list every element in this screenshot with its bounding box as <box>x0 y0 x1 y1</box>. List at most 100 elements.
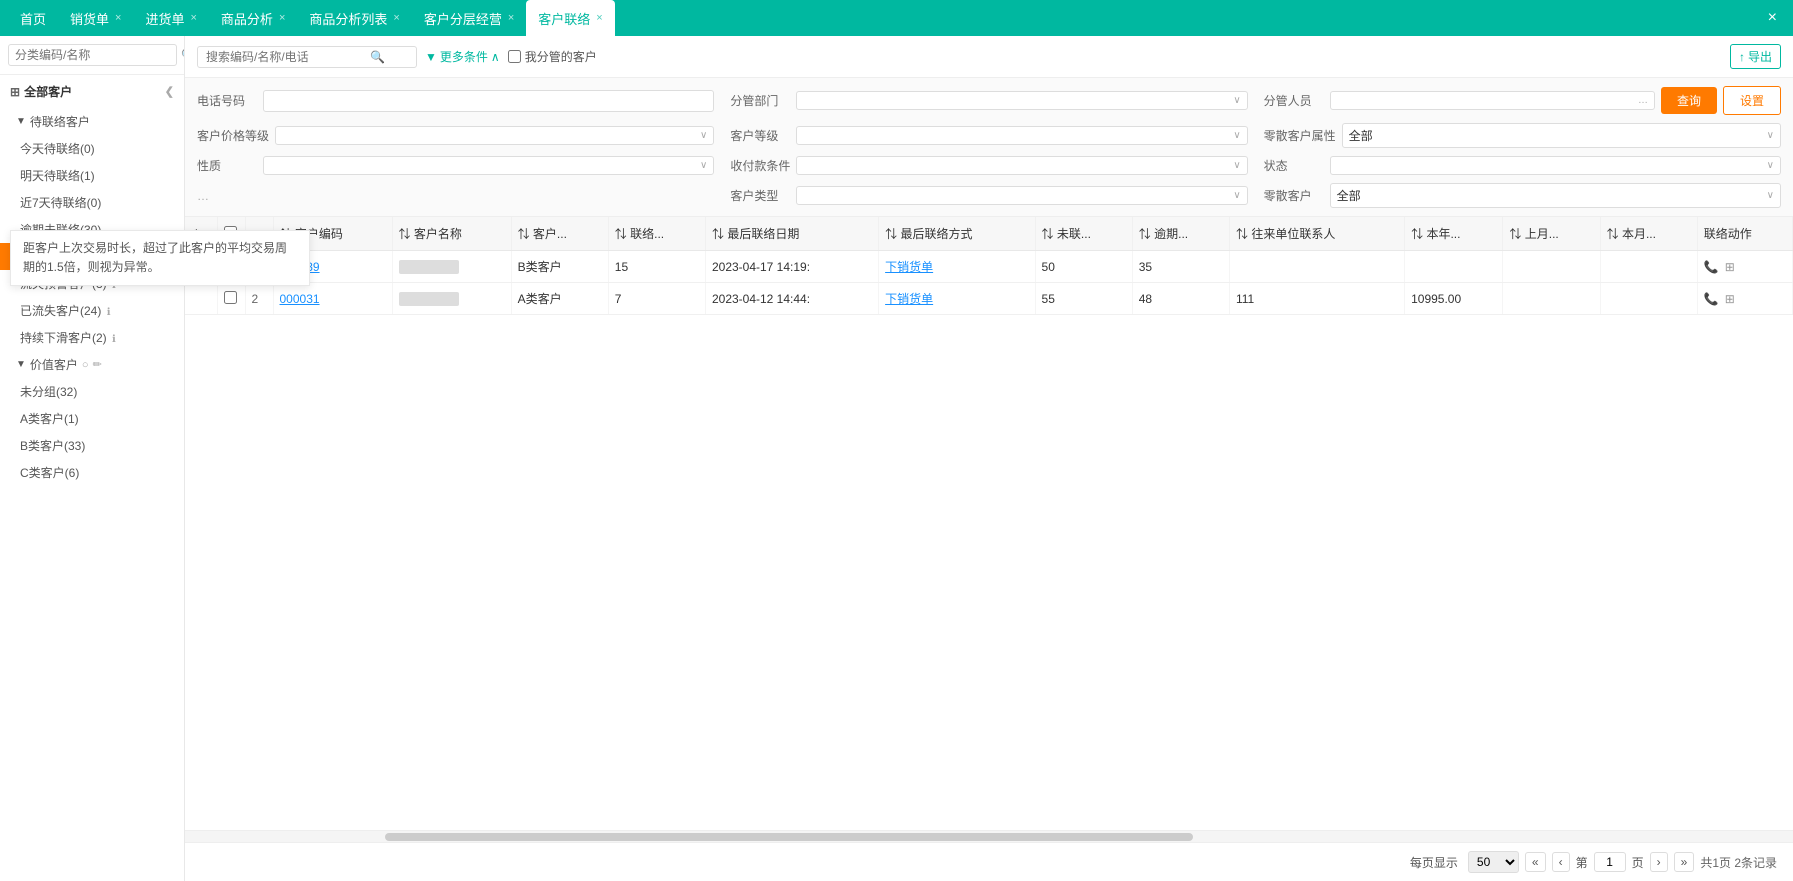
action-phone-icon-1[interactable]: 📞 <box>1704 260 1719 274</box>
sidebar-all-customers[interactable]: ⊞ 全部客户 ❮ <box>0 75 184 108</box>
sidebar-item-today[interactable]: 今天待联络(0) <box>0 135 184 162</box>
filter-nature-label: 性质 <box>197 157 257 174</box>
my-customers-filter[interactable]: 我分管的客户 <box>508 48 597 65</box>
per-page-select[interactable]: 50 10 20 100 <box>1468 851 1519 873</box>
tab-home[interactable]: 首页 <box>8 0 58 36</box>
tab-sales-close[interactable]: × <box>115 12 121 24</box>
payment-chevron-icon: ∨ <box>1233 160 1240 171</box>
search-icon[interactable]: 🔍 <box>370 50 385 64</box>
horizontal-scrollbar[interactable] <box>185 830 1793 842</box>
next-page-button[interactable]: › <box>1650 852 1668 872</box>
filter-status-select[interactable]: ∨ <box>1330 156 1781 175</box>
value-circle-icon[interactable]: ○ <box>82 359 89 371</box>
my-customers-checkbox[interactable] <box>508 50 521 63</box>
td-checkbox-2[interactable] <box>217 283 245 315</box>
th-no-contact[interactable]: ⇅ 未联... <box>1035 217 1132 251</box>
prev-page-button[interactable]: ‹ <box>1552 852 1570 872</box>
filter-scatter-attr-select[interactable]: 全部∨ <box>1342 123 1781 148</box>
filter-scatter-attr: 零散客户属性 全部∨ <box>1264 123 1781 148</box>
first-page-button[interactable]: « <box>1525 852 1546 872</box>
td-ty-1 <box>1405 251 1503 283</box>
scatter-customer-chevron-icon: ∨ <box>1767 190 1774 201</box>
tab-analysis[interactable]: 商品分析 × <box>209 0 297 36</box>
filter-price-level: 客户价格等级 ∨ <box>197 123 714 148</box>
sidebar-item-c-class[interactable]: C类客户(6) <box>0 459 184 486</box>
th-tm-sort: ⇅ <box>1607 227 1619 241</box>
th-type[interactable]: ⇅ 客户... <box>511 217 608 251</box>
sidebar-item-b-class[interactable]: B类客户(33) <box>0 432 184 459</box>
customer-name-blur-2 <box>399 292 459 306</box>
tab-customer-tier-label: 客户分层经营 <box>424 9 502 28</box>
current-page-input[interactable] <box>1594 852 1626 872</box>
filter-dept-select[interactable]: ∨ <box>796 91 1247 110</box>
th-overdue[interactable]: ⇅ 逾期... <box>1132 217 1229 251</box>
sidebar-item-tomorrow[interactable]: 明天待联络(1) <box>0 162 184 189</box>
filter-price-level-select[interactable]: ∨ <box>275 126 714 145</box>
tab-customer-contact-close[interactable]: × <box>596 12 602 24</box>
td-method-1[interactable]: 下销货单 <box>879 251 1035 283</box>
filter-price-level-label: 客户价格等级 <box>197 127 269 144</box>
more-dots-icon[interactable]: … <box>197 189 209 203</box>
td-code-2[interactable]: 000031 <box>273 283 392 315</box>
tab-purchase-close[interactable]: × <box>190 12 196 24</box>
tab-customer-contact[interactable]: 客户联络 × <box>526 0 614 36</box>
sidebar-item-lost[interactable]: 已流失客户(24) ℹ <box>0 297 184 324</box>
th-this-month[interactable]: ⇅ 本月... <box>1600 217 1697 251</box>
th-contact[interactable]: ⇅ 联络... <box>608 217 705 251</box>
tab-analysis-list[interactable]: 商品分析列表 × <box>297 0 411 36</box>
declining-info-icon[interactable]: ℹ <box>112 334 116 345</box>
tab-analysis-list-close[interactable]: × <box>393 12 399 24</box>
filter-payment-select[interactable]: ∨ <box>796 156 1247 175</box>
action-grid-icon-1[interactable]: ⊞ <box>1725 260 1735 274</box>
tab-analysis-close[interactable]: × <box>279 12 285 24</box>
query-button[interactable]: 查询 <box>1661 87 1717 114</box>
filter-nature-select[interactable]: ∨ <box>263 156 714 175</box>
th-this-year[interactable]: ⇅ 本年... <box>1405 217 1503 251</box>
search-input[interactable] <box>206 50 366 64</box>
th-overdue-sort: ⇅ <box>1139 227 1151 241</box>
sidebar-search-input[interactable] <box>8 44 177 66</box>
more-conditions-button[interactable]: ▼ 更多条件 ∧ <box>425 48 500 65</box>
scrollbar-thumb[interactable] <box>385 833 1193 841</box>
sidebar-pending-section[interactable]: ▼ 待联络客户 <box>0 108 184 135</box>
last-page-button[interactable]: » <box>1674 852 1695 872</box>
th-name[interactable]: ⇅ 客户名称 <box>392 217 511 251</box>
settings-button[interactable]: 设置 <box>1723 86 1781 115</box>
th-last-contact-date[interactable]: ⇅ 最后联络日期 <box>705 217 878 251</box>
td-method-2[interactable]: 下销货单 <box>879 283 1035 315</box>
window-close-button[interactable]: × <box>1760 9 1785 27</box>
more-conditions-chevron: ∧ <box>491 50 500 64</box>
sidebar-item-declining[interactable]: 持续下滑客户(2) ℹ <box>0 324 184 351</box>
tab-sales[interactable]: 销货单 × <box>58 0 133 36</box>
action-buttons: 查询 设置 <box>1661 86 1781 115</box>
filter-scatter-customer-select[interactable]: 全部∨ <box>1330 183 1781 208</box>
lost-info-icon[interactable]: ℹ <box>107 307 111 318</box>
value-edit-icon[interactable]: ✏ <box>93 358 102 371</box>
filter-customer-level-select[interactable]: ∨ <box>796 126 1247 145</box>
tab-customer-tier[interactable]: 客户分层经营 × <box>412 0 526 36</box>
sidebar-value-section[interactable]: ▼ 价值客户 ○ ✏ <box>0 351 184 378</box>
th-contact-person[interactable]: ⇅ 往来单位联系人 <box>1229 217 1404 251</box>
tab-customer-tier-close[interactable]: × <box>508 12 514 24</box>
filter-phone-input[interactable] <box>263 90 714 112</box>
filter-status: 状态 ∨ <box>1264 156 1781 175</box>
td-action-1: 📞 ⊞ <box>1697 251 1792 283</box>
filter-manager-select[interactable]: … <box>1330 91 1655 110</box>
th-last-month[interactable]: ⇅ 上月... <box>1503 217 1600 251</box>
th-ty-sort: ⇅ <box>1411 227 1423 241</box>
export-button[interactable]: ↑ 导出 <box>1730 44 1781 69</box>
row-checkbox-2[interactable] <box>224 291 237 304</box>
td-name-1 <box>392 251 511 283</box>
tab-purchase[interactable]: 进货单 × <box>133 0 208 36</box>
sidebar-item-week7[interactable]: 近7天待联络(0) <box>0 189 184 216</box>
sidebar-collapse-arrow[interactable]: ❮ <box>165 85 174 98</box>
td-date-1: 2023-04-17 14:19: <box>705 251 878 283</box>
action-phone-icon-2[interactable]: 📞 <box>1704 292 1719 306</box>
sidebar-item-unclassified[interactable]: 未分组(32) <box>0 378 184 405</box>
filter-customer-type-select[interactable]: ∨ <box>796 186 1247 205</box>
value-arrow-icon: ▼ <box>16 359 26 370</box>
action-grid-icon-2[interactable]: ⊞ <box>1725 292 1735 306</box>
th-last-contact-method[interactable]: ⇅ 最后联络方式 <box>879 217 1035 251</box>
advanced-filters: 电话号码 分管部门 ∨ 分管人员 … 查询 设置 <box>185 78 1793 217</box>
sidebar-item-a-class[interactable]: A类客户(1) <box>0 405 184 432</box>
